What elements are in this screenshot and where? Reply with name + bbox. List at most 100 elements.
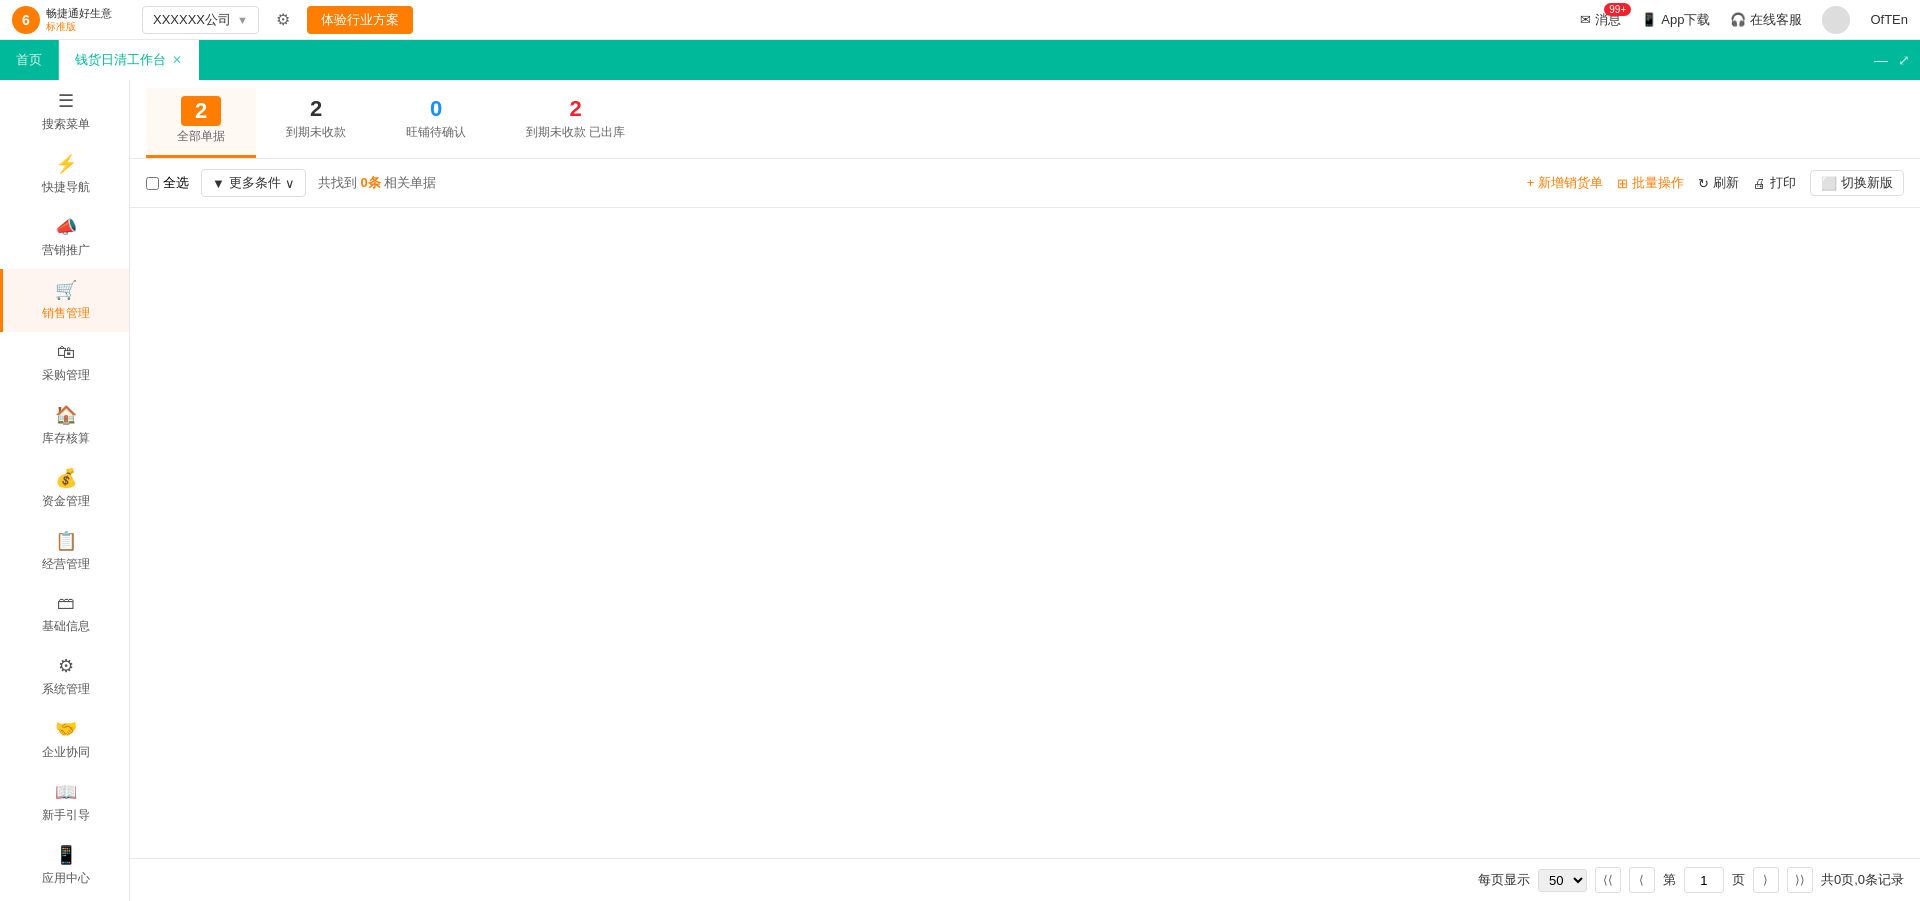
system-icon: ⚙ [58, 655, 74, 677]
finance-icon: 💰 [55, 467, 77, 489]
app-download-btn[interactable]: 📱 App下载 [1641, 11, 1710, 29]
select-all-checkbox[interactable]: 全选 [146, 174, 189, 192]
message-icon: ✉ [1580, 12, 1591, 27]
sidebar-label-tutorial: 新手引导 [42, 807, 90, 824]
purchase-icon: 🛍 [57, 342, 75, 363]
filter-label: 更多条件 [229, 174, 281, 192]
stat-all-number: 2 [181, 96, 221, 126]
basicinfo-icon: 🗃 [57, 593, 75, 614]
sidebar-item-wechat[interactable]: 💬 企业微信 [0, 897, 129, 901]
experience-btn[interactable]: 体验行业方案 [307, 6, 413, 34]
tab-bar-actions: — ⤢ [1864, 40, 1920, 80]
logo-text: 畅捷通好生意 标准版 [46, 6, 112, 33]
switch-version-btn[interactable]: ⬜ 切换新版 [1810, 170, 1904, 196]
sidebar-item-enterprise[interactable]: 🤝 企业协同 [0, 708, 129, 771]
company-name: XXXXXX公司 [153, 11, 231, 29]
page-prev-btn[interactable]: ⟨ [1629, 867, 1655, 893]
new-sale-btn[interactable]: + 新增销货单 [1527, 174, 1603, 192]
sidebar-label-inventory: 库存核算 [42, 430, 90, 447]
batch-btn[interactable]: ⊞ 批量操作 [1617, 174, 1684, 192]
sidebar-label-sales: 销售管理 [42, 305, 90, 322]
app-download-label: App下载 [1661, 11, 1710, 29]
page-first-btn[interactable]: ⟨⟨ [1595, 867, 1621, 893]
tab-workbench-label: 钱货日清工作台 [75, 51, 166, 69]
avatar[interactable] [1822, 6, 1850, 34]
sales-icon: 🛒 [55, 279, 77, 301]
sidebar-item-search[interactable]: ☰ 搜索菜单 [0, 80, 129, 143]
page-last-btn[interactable]: ⟩⟩ [1787, 867, 1813, 893]
stat-tab-shipped[interactable]: 2 到期未收款 已出库 [496, 88, 655, 158]
tab-home[interactable]: 首页 [0, 40, 59, 80]
per-page-select[interactable]: 50 [1538, 869, 1587, 892]
sidebar-item-quicknav[interactable]: ⚡ 快捷导航 [0, 143, 129, 206]
enterprise-icon: 🤝 [55, 718, 77, 740]
header-right: ✉ 消息 99+ 📱 App下载 🎧 在线客服 OfTEn [1580, 6, 1908, 34]
inventory-icon: 🏠 [55, 404, 77, 426]
message-btn[interactable]: ✉ 消息 99+ [1580, 11, 1621, 29]
sidebar-item-tutorial[interactable]: 📖 新手引导 [0, 771, 129, 834]
select-all-input[interactable] [146, 177, 159, 190]
tab-minimize-btn[interactable]: — [1874, 52, 1888, 68]
company-selector[interactable]: XXXXXX公司 ▼ [142, 6, 259, 34]
print-btn[interactable]: 🖨 打印 [1753, 174, 1796, 192]
sidebar-item-finance[interactable]: 💰 资金管理 [0, 457, 129, 520]
stat-tab-all[interactable]: 2 全部单据 [146, 88, 256, 158]
stat-wangpu-label: 旺铺待确认 [406, 124, 466, 141]
sidebar-label-operations: 经营管理 [42, 556, 90, 573]
stat-all-label: 全部单据 [177, 128, 225, 145]
stat-shipped-number: 2 [570, 96, 582, 122]
page-suffix: 页 [1732, 871, 1745, 889]
empty-area [130, 208, 1920, 858]
logo-sub: 标准版 [46, 20, 112, 33]
sidebar-item-sales[interactable]: 🛒 销售管理 [0, 269, 129, 332]
sidebar-item-inventory[interactable]: 🏠 库存核算 [0, 394, 129, 457]
sidebar-label-marketing: 营销推广 [42, 242, 90, 259]
page-input[interactable] [1684, 867, 1724, 893]
print-label: 打印 [1770, 174, 1796, 192]
settings-icon[interactable]: ⚙ [269, 6, 297, 34]
pagination-bar: 每页显示 50 ⟨⟨ ⟨ 第 页 ⟩ ⟩⟩ 共0页,0条记录 [130, 858, 1920, 901]
tab-maximize-btn[interactable]: ⤢ [1898, 52, 1910, 68]
page-label: 第 [1663, 871, 1676, 889]
total-info: 共0页,0条记录 [1821, 871, 1904, 889]
sidebar: ☰ 搜索菜单 ⚡ 快捷导航 📣 营销推广 🛒 销售管理 🛍 采购管理 🏠 库存核… [0, 80, 130, 901]
switch-icon: ⬜ [1821, 176, 1837, 191]
per-page-label: 每页显示 [1478, 871, 1530, 889]
page-next-btn[interactable]: ⟩ [1753, 867, 1779, 893]
online-service-label: 在线客服 [1750, 11, 1802, 29]
sidebar-label-basicinfo: 基础信息 [42, 618, 90, 635]
stat-shipped-label: 到期未收款 已出库 [526, 124, 625, 141]
stat-overdue-label: 到期未收款 [286, 124, 346, 141]
username: OfTEn [1870, 12, 1908, 27]
toolbar: 全选 ▼ 更多条件 ∨ 共找到 0条 相关单据 + 新增销货单 ⊞ 批量操作 ↻ [130, 159, 1920, 208]
sidebar-item-purchase[interactable]: 🛍 采购管理 [0, 332, 129, 394]
sidebar-item-basicinfo[interactable]: 🗃 基础信息 [0, 583, 129, 645]
found-prefix: 共找到 [318, 175, 357, 190]
tab-close-icon[interactable]: ✕ [172, 53, 182, 67]
appcenter-icon: 📱 [55, 844, 77, 866]
top-header: 6 畅捷通好生意 标准版 XXXXXX公司 ▼ ⚙ 体验行业方案 ✉ 消息 99… [0, 0, 1920, 40]
message-badge: 99+ [1604, 3, 1631, 16]
sidebar-item-marketing[interactable]: 📣 营销推广 [0, 206, 129, 269]
operations-icon: 📋 [55, 530, 77, 552]
logo-area: 6 畅捷通好生意 标准版 [12, 6, 142, 34]
online-service-btn[interactable]: 🎧 在线客服 [1730, 11, 1802, 29]
refresh-btn[interactable]: ↻ 刷新 [1698, 174, 1739, 192]
sidebar-item-appcenter[interactable]: 📱 应用中心 [0, 834, 129, 897]
sidebar-label-enterprise: 企业协同 [42, 744, 90, 761]
filter-btn[interactable]: ▼ 更多条件 ∨ [201, 169, 306, 197]
marketing-icon: 📣 [55, 216, 77, 238]
stat-tab-overdue[interactable]: 2 到期未收款 [256, 88, 376, 158]
sidebar-item-operations[interactable]: 📋 经营管理 [0, 520, 129, 583]
filter-icon: ▼ [212, 176, 225, 191]
sidebar-label-finance: 资金管理 [42, 493, 90, 510]
stat-wangpu-number: 0 [430, 96, 442, 122]
main-layout: ☰ 搜索菜单 ⚡ 快捷导航 📣 营销推广 🛒 销售管理 🛍 采购管理 🏠 库存核… [0, 80, 1920, 901]
sidebar-label-purchase: 采购管理 [42, 367, 90, 384]
stat-tab-wangpu[interactable]: 0 旺铺待确认 [376, 88, 496, 158]
tab-workbench[interactable]: 钱货日清工作台 ✕ [59, 40, 199, 80]
refresh-icon: ↻ [1698, 176, 1709, 191]
header-middle: ⚙ 体验行业方案 [269, 6, 413, 34]
sidebar-item-system[interactable]: ⚙ 系统管理 [0, 645, 129, 708]
search-menu-icon: ☰ [58, 90, 74, 112]
